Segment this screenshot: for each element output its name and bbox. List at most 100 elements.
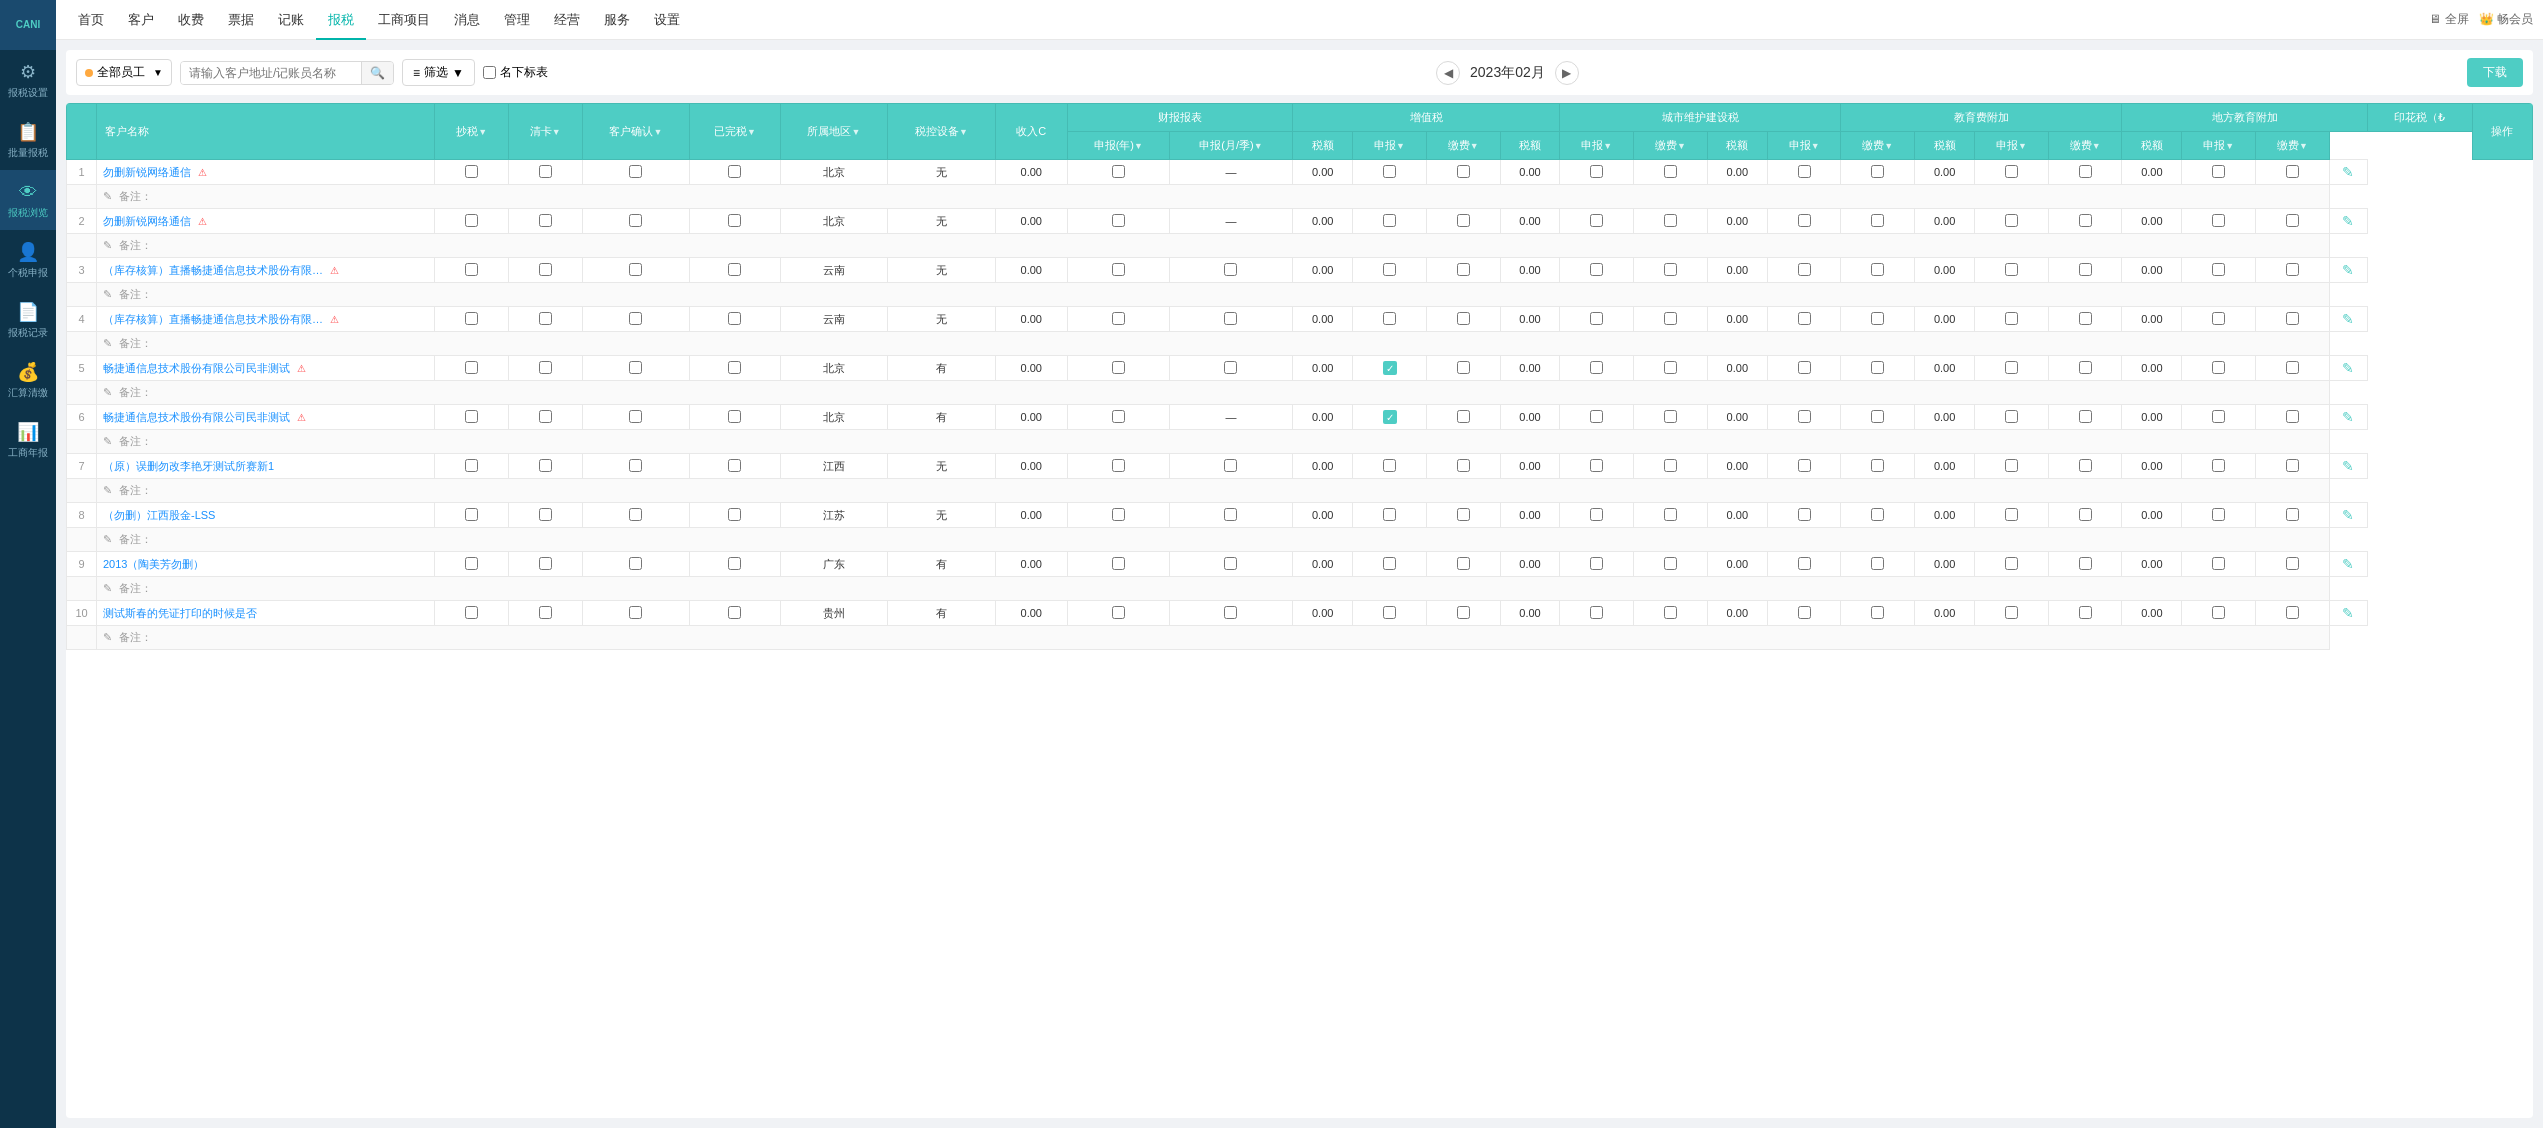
th-device[interactable]: 税控设备▼ xyxy=(888,104,996,160)
row-checkbox[interactable] xyxy=(2286,557,2299,570)
th-yh-jf[interactable]: 缴费▼ xyxy=(2256,132,2330,160)
row-checkbox[interactable] xyxy=(728,410,741,423)
nav-shezhi[interactable]: 设置 xyxy=(642,0,692,40)
row-checkbox[interactable] xyxy=(1590,508,1603,521)
th-fp-month[interactable]: 申报(月/季)▼ xyxy=(1169,132,1292,160)
nav-baoshui[interactable]: 报税 xyxy=(316,0,366,40)
row-checkbox[interactable] xyxy=(465,410,478,423)
th-zzs-sb[interactable]: 申报▼ xyxy=(1353,132,1427,160)
edit-button[interactable]: ✎ xyxy=(2342,213,2354,229)
row-checkbox[interactable] xyxy=(1664,606,1677,619)
row-checkbox[interactable] xyxy=(2079,361,2092,374)
row-checkbox[interactable] xyxy=(2079,263,2092,276)
row-checkbox[interactable] xyxy=(1112,214,1125,227)
row-checkbox[interactable] xyxy=(465,557,478,570)
row-checkbox[interactable] xyxy=(1590,361,1603,374)
row-checkbox[interactable] xyxy=(2212,312,2225,325)
row-checkbox[interactable] xyxy=(629,361,642,374)
row-checkbox[interactable] xyxy=(2005,312,2018,325)
row-checkbox[interactable] xyxy=(1871,165,1884,178)
row-checkbox[interactable] xyxy=(2286,459,2299,472)
edit-button[interactable]: ✎ xyxy=(2342,164,2354,180)
row-checkbox[interactable] xyxy=(1798,459,1811,472)
row-checkbox[interactable] xyxy=(465,165,478,178)
company-name-link[interactable]: 测试斯春的凭证打印的时候是否 xyxy=(103,607,257,619)
edit-button[interactable]: ✎ xyxy=(2342,605,2354,621)
row-checkbox[interactable] xyxy=(2079,410,2092,423)
row-checkbox[interactable] xyxy=(1457,508,1470,521)
row-checkbox[interactable] xyxy=(1224,459,1237,472)
row-checkbox[interactable] xyxy=(465,508,478,521)
row-checkbox[interactable] xyxy=(1798,312,1811,325)
row-checkbox[interactable] xyxy=(1224,312,1237,325)
row-checkbox[interactable] xyxy=(2286,508,2299,521)
row-checkbox[interactable] xyxy=(1871,459,1884,472)
row-checkbox[interactable] xyxy=(539,508,552,521)
row-checkbox[interactable] xyxy=(2212,508,2225,521)
row-checkbox[interactable] xyxy=(1112,459,1125,472)
row-checkbox[interactable] xyxy=(2212,263,2225,276)
row-checkbox[interactable] xyxy=(1871,312,1884,325)
th-yh-sb[interactable]: 申报▼ xyxy=(2182,132,2256,160)
row-checkbox[interactable] xyxy=(1871,263,1884,276)
row-checkbox[interactable] xyxy=(728,263,741,276)
row-checkbox[interactable] xyxy=(629,606,642,619)
row-checkbox[interactable] xyxy=(1383,263,1396,276)
row-checkbox[interactable] xyxy=(465,214,478,227)
sidebar-item-baoshui-shezhi[interactable]: ⚙ 报税设置 xyxy=(0,50,56,110)
sidebar-item-gongshang-nianbao[interactable]: 📊 工商年报 xyxy=(0,410,56,470)
row-checkbox[interactable] xyxy=(728,312,741,325)
nav-customer[interactable]: 客户 xyxy=(116,0,166,40)
row-checkbox[interactable] xyxy=(539,312,552,325)
row-checkbox[interactable] xyxy=(1798,165,1811,178)
row-checkbox[interactable] xyxy=(1871,361,1884,374)
row-checkbox[interactable] xyxy=(1457,557,1470,570)
row-checkbox[interactable] xyxy=(1457,214,1470,227)
row-checkbox[interactable] xyxy=(465,459,478,472)
named-list-checkbox-label[interactable]: 名下标表 xyxy=(483,64,548,81)
row-checkbox[interactable] xyxy=(629,165,642,178)
row-checkbox[interactable] xyxy=(1383,606,1396,619)
row-checkbox[interactable] xyxy=(1457,312,1470,325)
nav-shoufei[interactable]: 收费 xyxy=(166,0,216,40)
row-checkbox[interactable] xyxy=(1871,557,1884,570)
nav-home[interactable]: 首页 xyxy=(66,0,116,40)
company-name-link[interactable]: （原）误删勿改李艳牙测试所赛新1 xyxy=(103,460,274,472)
row-checkbox[interactable] xyxy=(1457,410,1470,423)
row-checkbox[interactable] xyxy=(1224,508,1237,521)
row-checkbox[interactable] xyxy=(465,606,478,619)
row-checkbox[interactable] xyxy=(2212,214,2225,227)
company-name-link[interactable]: 2013（陶美芳勿删） xyxy=(103,558,204,570)
sidebar-item-baoshui-jilu[interactable]: 📄 报税记录 xyxy=(0,290,56,350)
row-checkbox[interactable] xyxy=(1383,312,1396,325)
row-checkbox[interactable] xyxy=(2286,214,2299,227)
row-checkbox[interactable] xyxy=(728,606,741,619)
row-checkbox[interactable] xyxy=(1457,165,1470,178)
filter-button[interactable]: ≡ 筛选 ▼ xyxy=(402,59,475,86)
company-name-link[interactable]: 畅捷通信息技术股份有限公司民非测试 xyxy=(103,362,290,374)
edit-button[interactable]: ✎ xyxy=(2342,507,2354,523)
row-checkbox[interactable] xyxy=(1871,508,1884,521)
company-name-link[interactable]: 畅捷通信息技术股份有限公司民非测试 xyxy=(103,411,290,423)
row-checkbox[interactable] xyxy=(1112,557,1125,570)
th-fp-year[interactable]: 申报(年)▼ xyxy=(1067,132,1169,160)
row-checkbox[interactable] xyxy=(2079,606,2092,619)
row-checkbox[interactable] xyxy=(1664,263,1677,276)
row-checkbox[interactable] xyxy=(2005,606,2018,619)
row-checkbox[interactable] xyxy=(728,508,741,521)
row-checkbox[interactable] xyxy=(1224,557,1237,570)
row-checkbox[interactable] xyxy=(2005,508,2018,521)
row-checkbox[interactable] xyxy=(2212,459,2225,472)
row-checkbox[interactable] xyxy=(2212,410,2225,423)
th-zzs-jf[interactable]: 缴费▼ xyxy=(1426,132,1500,160)
row-checkbox[interactable] xyxy=(2005,361,2018,374)
row-checkbox[interactable] xyxy=(1383,165,1396,178)
row-checkbox[interactable] xyxy=(728,459,741,472)
row-checkbox[interactable] xyxy=(2079,312,2092,325)
row-checkbox[interactable] xyxy=(1798,606,1811,619)
row-checkbox[interactable] xyxy=(2212,165,2225,178)
edit-button[interactable]: ✎ xyxy=(2342,311,2354,327)
row-checkbox[interactable] xyxy=(1871,214,1884,227)
next-month-button[interactable]: ▶ xyxy=(1555,61,1579,85)
th-qingka[interactable]: 清卡▼ xyxy=(508,104,582,160)
